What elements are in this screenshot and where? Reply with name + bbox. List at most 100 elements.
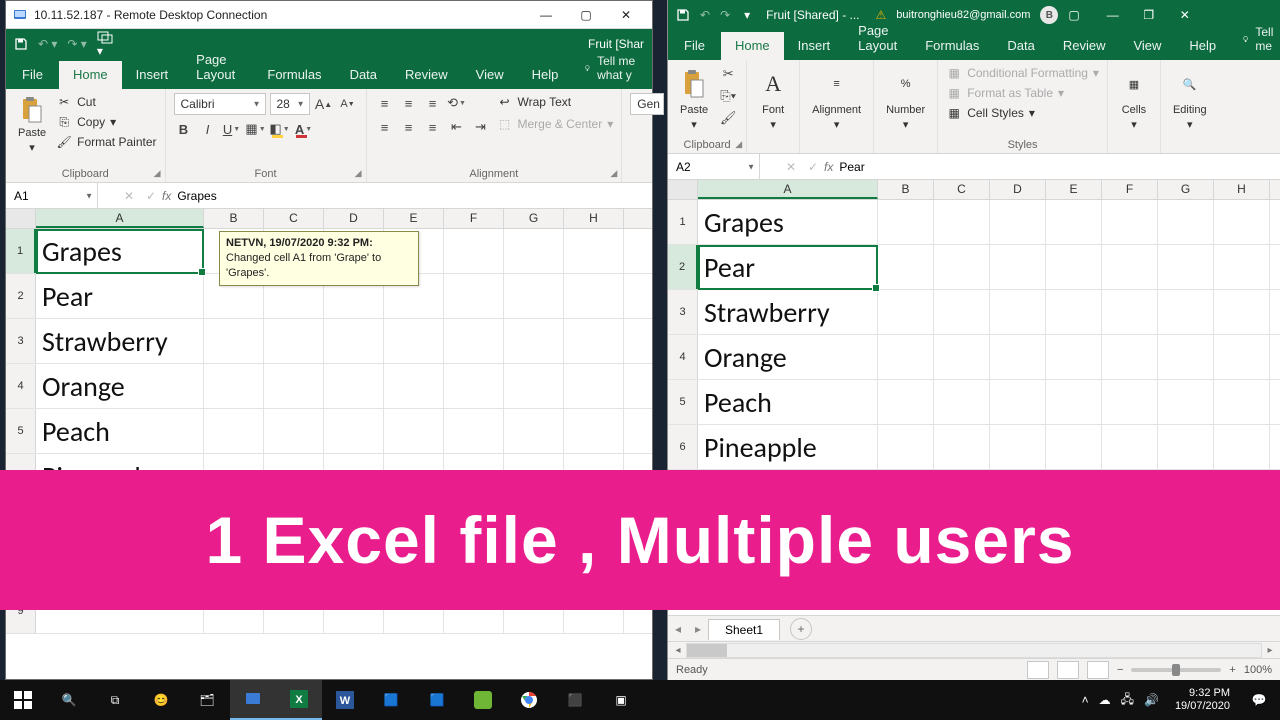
format-painter-button[interactable]: 🖌Format Painter	[56, 133, 156, 151]
col-header-D[interactable]: D	[990, 180, 1046, 199]
zoom-level[interactable]: 100%	[1244, 664, 1272, 676]
cell[interactable]	[1046, 200, 1102, 244]
undo-icon[interactable]: ↶ ▾	[38, 37, 57, 51]
row-header[interactable]: 4	[6, 364, 36, 408]
cell[interactable]	[264, 409, 324, 453]
cell[interactable]: Strawberry	[36, 319, 204, 363]
undo-icon[interactable]: ↶	[700, 8, 710, 22]
cell[interactable]	[204, 319, 264, 363]
col-header-C[interactable]: C	[264, 209, 324, 228]
formula-bar[interactable]: Grapes	[177, 189, 652, 203]
row[interactable]: 2Pear	[668, 245, 1280, 290]
restore-button[interactable]: ❐	[1132, 5, 1166, 25]
underline-button[interactable]: U▼	[222, 119, 242, 139]
row-header[interactable]: 5	[668, 380, 698, 424]
cell[interactable]	[1046, 290, 1102, 334]
cell[interactable]	[878, 380, 934, 424]
taskbar-word[interactable]: W	[322, 680, 368, 720]
cell[interactable]	[384, 364, 444, 408]
cell[interactable]	[444, 409, 504, 453]
cell[interactable]	[264, 364, 324, 408]
copy-button[interactable]: ⎘▾	[718, 86, 738, 106]
grow-font-button[interactable]: A▲	[314, 94, 334, 114]
row-header[interactable]: 2	[668, 245, 698, 289]
cell[interactable]	[504, 409, 564, 453]
cell[interactable]	[1214, 425, 1270, 469]
cell[interactable]	[204, 364, 264, 408]
cell[interactable]	[324, 364, 384, 408]
cell[interactable]	[1214, 380, 1270, 424]
paste-button[interactable]: Paste▾	[676, 64, 712, 133]
cell[interactable]	[1046, 380, 1102, 424]
cell[interactable]: Peach	[36, 409, 204, 453]
taskbar-app-5[interactable]: 🟦	[368, 680, 414, 720]
tab-review[interactable]: Review	[391, 61, 462, 89]
cell[interactable]	[1158, 380, 1214, 424]
cell[interactable]	[1102, 425, 1158, 469]
row-header[interactable]: 5	[6, 409, 36, 453]
wrap-text-button[interactable]: ↩Wrap Text	[497, 93, 614, 111]
taskbar-vscode[interactable]: 🟦	[414, 680, 460, 720]
align-right-button[interactable]: ≡	[423, 117, 443, 137]
cancel-formula-button[interactable]: ✕	[118, 189, 140, 203]
copy-button[interactable]: ⎘Copy ▾	[56, 113, 156, 131]
taskbar-clock[interactable]: 9:32 PM 19/07/2020	[1167, 687, 1238, 712]
page-layout-view-button[interactable]	[1057, 661, 1079, 679]
enter-formula-button[interactable]: ✓	[802, 160, 824, 174]
cut-button[interactable]: ✂	[718, 64, 738, 84]
merge-center-button[interactable]: ⬚Merge & Center ▾	[497, 115, 614, 133]
cell[interactable]	[504, 274, 564, 318]
tell-me[interactable]: Tell me what y	[572, 54, 652, 89]
cell[interactable]	[1158, 335, 1214, 379]
cancel-formula-button[interactable]: ✕	[780, 160, 802, 174]
tab-home[interactable]: Home	[59, 61, 122, 89]
cell[interactable]	[1214, 290, 1270, 334]
taskbar-file-explorer[interactable]: 🗂	[184, 680, 230, 720]
minimize-button[interactable]: —	[526, 1, 566, 29]
name-box[interactable]: A1▼	[6, 183, 98, 208]
taskbar-rdp[interactable]	[230, 680, 276, 720]
cell[interactable]	[878, 425, 934, 469]
tray-overflow-icon[interactable]: ˄	[1082, 693, 1089, 707]
fx-icon[interactable]: fx	[162, 189, 177, 203]
cell[interactable]	[878, 200, 934, 244]
cell[interactable]	[1102, 245, 1158, 289]
orientation-button[interactable]: ⟲▼	[447, 93, 467, 113]
row[interactable]: 1Grapes	[668, 200, 1280, 245]
cell[interactable]	[934, 380, 990, 424]
scroll-right-button[interactable]: ▸	[1262, 645, 1278, 656]
col-header-G[interactable]: G	[1158, 180, 1214, 199]
format-as-table-button[interactable]: ▦Format as Table ▾	[946, 84, 1099, 102]
cell[interactable]	[324, 409, 384, 453]
cell[interactable]	[504, 229, 564, 273]
cell[interactable]	[934, 290, 990, 334]
col-header-H[interactable]: H	[564, 209, 624, 228]
tab-formulas[interactable]: Formulas	[911, 32, 993, 60]
col-header-E[interactable]: E	[384, 209, 444, 228]
action-center-button[interactable]: 💬	[1238, 680, 1280, 720]
format-painter-button[interactable]: 🖌	[718, 108, 738, 128]
qat-customize[interactable]: ▾	[744, 8, 750, 22]
dialog-launcher-icon[interactable]: ◢	[355, 168, 362, 179]
taskbar-chrome[interactable]	[506, 680, 552, 720]
select-all-corner[interactable]	[668, 180, 698, 199]
save-icon[interactable]	[676, 8, 690, 22]
cell[interactable]	[934, 335, 990, 379]
cell[interactable]	[1214, 335, 1270, 379]
italic-button[interactable]: I	[198, 119, 218, 139]
cell[interactable]	[1102, 200, 1158, 244]
cell[interactable]: Pear	[698, 245, 878, 289]
signed-in-user[interactable]: buitronghieu82@gmail.com	[896, 9, 1030, 21]
page-break-view-button[interactable]	[1087, 661, 1109, 679]
alignment-group-button[interactable]: ≡Alignment▾	[808, 64, 865, 133]
col-header-C[interactable]: C	[934, 180, 990, 199]
row[interactable]: 4Orange	[668, 335, 1280, 380]
tab-help[interactable]: Help	[1175, 32, 1230, 60]
shrink-font-button[interactable]: A▼	[338, 94, 358, 114]
cell[interactable]	[384, 409, 444, 453]
tab-formulas[interactable]: Formulas	[253, 61, 335, 89]
cell[interactable]	[990, 200, 1046, 244]
cell[interactable]: Strawberry	[698, 290, 878, 334]
qat-more-icon[interactable]: ▾	[97, 30, 113, 58]
cell[interactable]	[878, 290, 934, 334]
